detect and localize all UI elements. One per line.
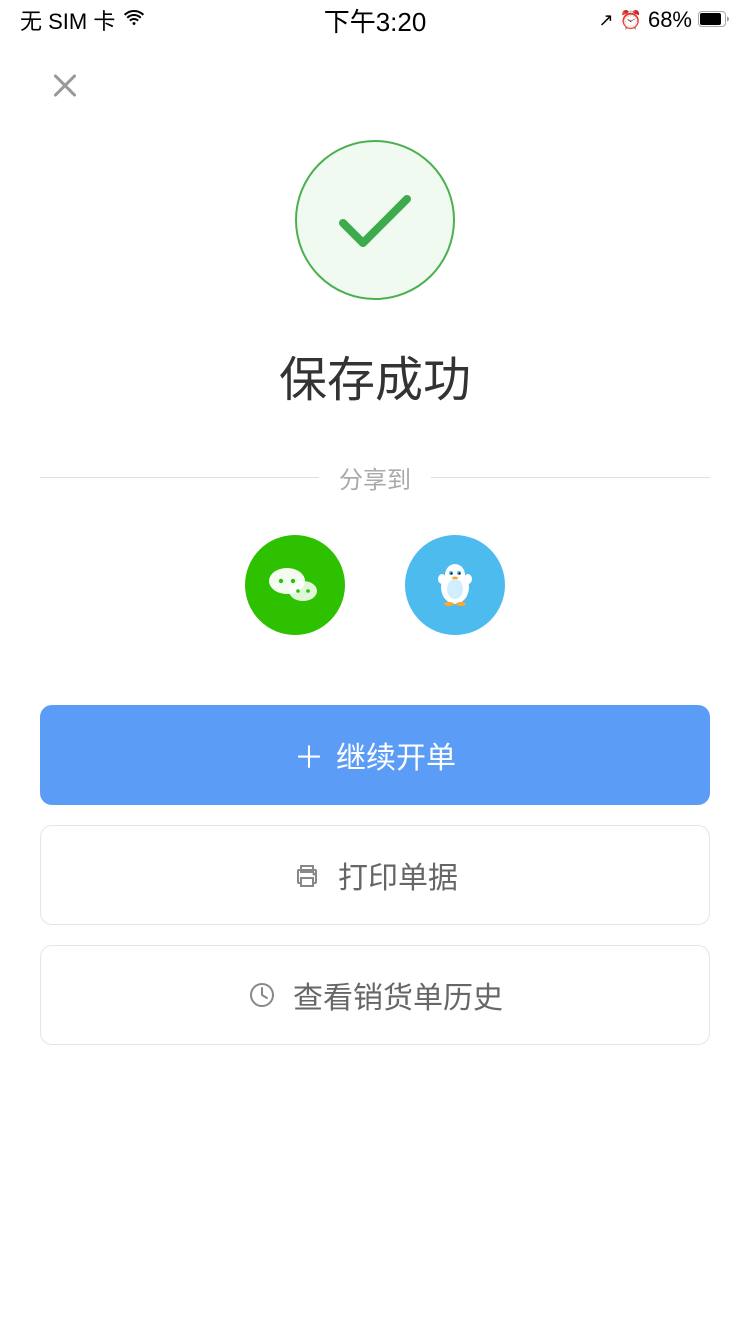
wechat-logo-icon: [265, 555, 325, 615]
status-right: ↗ ⏰ 68%: [598, 7, 730, 33]
history-icon: [247, 980, 277, 1010]
share-icons-row: [245, 535, 505, 635]
history-label: 查看销货单历史: [293, 973, 503, 1017]
continue-order-button[interactable]: ＋ 继续开单: [40, 705, 710, 805]
share-section: 分享到: [40, 460, 710, 635]
status-time: 下午3:20: [324, 2, 427, 39]
status-left: 无 SIM 卡: [20, 4, 145, 36]
print-button[interactable]: 打印单据: [40, 825, 710, 925]
print-icon: [292, 860, 322, 890]
print-label: 打印单据: [338, 853, 458, 897]
success-title: 保存成功: [279, 340, 471, 410]
wifi-icon: [123, 8, 145, 32]
action-buttons: ＋ 继续开单 打印单据 查看销货单历史: [40, 705, 710, 1045]
checkmark-icon: [335, 185, 415, 255]
continue-order-label: 继续开单: [336, 733, 456, 777]
close-button[interactable]: [40, 60, 90, 110]
location-icon: ↗: [598, 10, 613, 31]
main-content: 保存成功 分享到: [0, 40, 750, 1334]
divider-right: [431, 477, 710, 478]
battery-icon: [698, 7, 730, 33]
divider-left: [40, 477, 319, 478]
success-icon-circle: [295, 140, 455, 300]
qq-logo-icon: [427, 557, 483, 613]
divider-row: 分享到: [40, 460, 710, 495]
sim-status: 无 SIM 卡: [20, 4, 115, 36]
battery-percent: 68%: [648, 7, 692, 33]
status-bar: 无 SIM 卡 下午3:20 ↗ ⏰ 68%: [0, 0, 750, 40]
share-label: 分享到: [339, 460, 411, 495]
history-button[interactable]: 查看销货单历史: [40, 945, 710, 1045]
qq-share-button[interactable]: [405, 535, 505, 635]
plus-icon: ＋: [294, 733, 324, 777]
wechat-share-button[interactable]: [245, 535, 345, 635]
alarm-icon: ⏰: [620, 10, 642, 31]
